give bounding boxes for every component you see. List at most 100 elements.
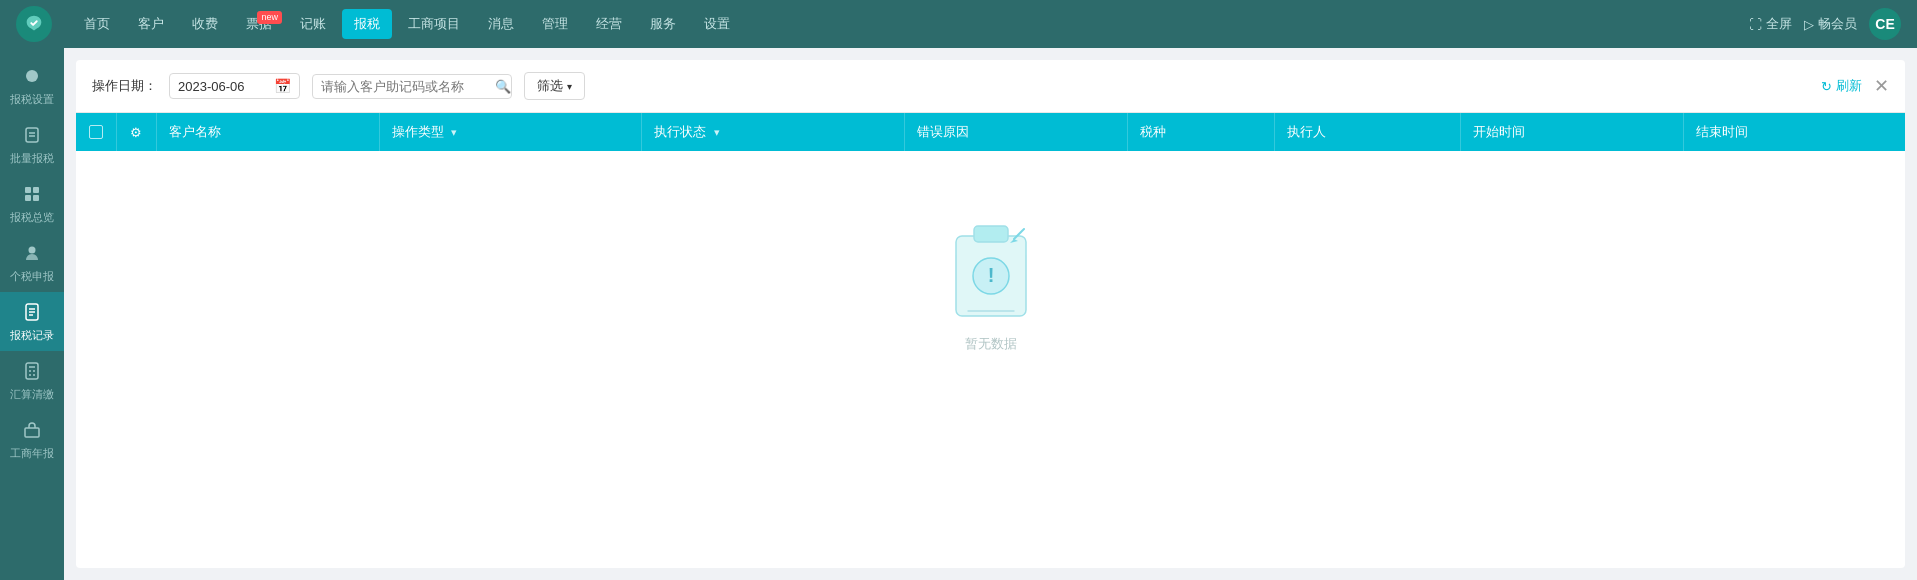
sidebar-item-batch-tax[interactable]: 批量报税	[0, 115, 64, 174]
calc-icon	[20, 359, 44, 383]
refresh-button[interactable]: ↻ 刷新	[1821, 77, 1862, 95]
empty-text: 暂无数据	[965, 335, 1017, 353]
th-op-type-label: 操作类型	[392, 124, 444, 139]
search-box[interactable]: 🔍	[312, 74, 512, 99]
svg-point-8	[29, 247, 36, 254]
select-all-checkbox[interactable]	[89, 125, 103, 139]
op-type-filter-icon[interactable]: ▾	[451, 126, 457, 138]
filter-label: 筛选	[537, 77, 563, 95]
sidebar-item-label-tax-overview: 报税总览	[10, 210, 54, 225]
nav-item-finance[interactable]: 经营	[584, 9, 634, 39]
member-icon: ▷	[1804, 17, 1814, 32]
close-button[interactable]: ✕	[1874, 77, 1889, 95]
nav-item-invoice[interactable]: 票据new	[234, 9, 284, 39]
th-start-time-label: 开始时间	[1473, 124, 1525, 139]
nav-item-message[interactable]: 消息	[476, 9, 526, 39]
records-table: ⚙ 客户名称 操作类型 ▾ 执行状态 ▾	[76, 113, 1905, 413]
annual-icon	[20, 418, 44, 442]
th-executor-label: 执行人	[1287, 124, 1326, 139]
svg-rect-6	[25, 195, 31, 201]
nav-item-client[interactable]: 客户	[126, 9, 176, 39]
svg-text:!: !	[987, 264, 994, 286]
content-area: 操作日期： 📅 🔍 筛选 ▾ ↻ 刷新	[64, 48, 1917, 580]
main-layout: 报税设置批量报税报税总览个税申报报税记录汇算清缴工商年报 操作日期： 📅 🔍 筛…	[0, 48, 1917, 580]
svg-rect-4	[25, 187, 31, 193]
member-label: 畅会员	[1818, 15, 1857, 33]
inner-panel: 操作日期： 📅 🔍 筛选 ▾ ↻ 刷新	[76, 60, 1905, 568]
th-start-time: 开始时间	[1460, 113, 1683, 151]
sidebar-item-tax-overview[interactable]: 报税总览	[0, 174, 64, 233]
sidebar-item-label-personal-tax: 个税申报	[10, 269, 54, 284]
nav-item-settings[interactable]: 设置	[692, 9, 742, 39]
table-header: ⚙ 客户名称 操作类型 ▾ 执行状态 ▾	[76, 113, 1905, 151]
th-exec-status-label: 执行状态	[654, 124, 706, 139]
exec-status-filter-icon[interactable]: ▾	[714, 126, 720, 138]
nav-item-accounts[interactable]: 记账	[288, 9, 338, 39]
date-label: 操作日期：	[92, 77, 157, 95]
nav-item-manage[interactable]: 管理	[530, 9, 580, 39]
sidebar-item-personal-tax[interactable]: 个税申报	[0, 233, 64, 292]
sidebar-item-label-settlement: 汇算清缴	[10, 387, 54, 402]
top-nav-right: ⛶ 全屏 ▷ 畅会员 CE	[1749, 8, 1901, 40]
sidebar-item-tax-records[interactable]: 报税记录	[0, 292, 64, 351]
th-error-reason-label: 错误原因	[917, 124, 969, 139]
filter-button[interactable]: 筛选 ▾	[524, 72, 585, 100]
date-picker[interactable]: 📅	[169, 73, 300, 99]
fullscreen-icon: ⛶	[1749, 17, 1762, 32]
toolbar: 操作日期： 📅 🔍 筛选 ▾ ↻ 刷新	[76, 60, 1905, 113]
svg-rect-13	[26, 363, 38, 379]
overview-icon	[20, 182, 44, 206]
svg-rect-21	[974, 226, 1008, 242]
th-tax-type: 税种	[1127, 113, 1275, 151]
app-logo[interactable]	[16, 6, 52, 42]
table-container[interactable]: ⚙ 客户名称 操作类型 ▾ 执行状态 ▾	[76, 113, 1905, 568]
nav-items: 首页客户收费票据new记账报税工商项目消息管理经营服务设置	[72, 9, 1749, 39]
svg-rect-19	[25, 428, 39, 437]
svg-rect-1	[26, 128, 38, 142]
calendar-icon: 📅	[274, 78, 291, 94]
svg-rect-7	[33, 195, 39, 201]
search-input[interactable]	[321, 79, 489, 94]
sidebar-item-tax-settings[interactable]: 报税设置	[0, 56, 64, 115]
th-gear: ⚙	[116, 113, 156, 151]
th-client-name: 客户名称	[156, 113, 379, 151]
nav-item-billing[interactable]: 收费	[180, 9, 230, 39]
sidebar-item-annual-report[interactable]: 工商年报	[0, 410, 64, 469]
date-input[interactable]	[178, 79, 268, 94]
svg-point-0	[26, 70, 38, 82]
th-end-time: 结束时间	[1683, 113, 1905, 151]
sidebar-item-label-batch-tax: 批量报税	[10, 151, 54, 166]
fullscreen-button[interactable]: ⛶ 全屏	[1749, 15, 1792, 33]
th-executor: 执行人	[1275, 113, 1460, 151]
avatar-text: CE	[1875, 16, 1894, 32]
empty-state-row: ! 暂无数据	[76, 151, 1905, 413]
sidebar-item-settlement[interactable]: 汇算清缴	[0, 351, 64, 410]
nav-badge-invoice: new	[257, 11, 282, 24]
close-icon: ✕	[1874, 76, 1889, 96]
chevron-down-icon: ▾	[567, 81, 572, 92]
nav-item-home[interactable]: 首页	[72, 9, 122, 39]
nav-item-tax[interactable]: 报税	[342, 9, 392, 39]
gear-icon[interactable]: ⚙	[130, 125, 142, 140]
avatar[interactable]: CE	[1869, 8, 1901, 40]
th-end-time-label: 结束时间	[1696, 124, 1748, 139]
batch-icon	[20, 123, 44, 147]
th-error-reason: 错误原因	[904, 113, 1127, 151]
nav-item-business[interactable]: 工商项目	[396, 9, 472, 39]
empty-state: ! 暂无数据	[76, 151, 1905, 413]
person-icon	[20, 241, 44, 265]
table-body: ! 暂无数据	[76, 151, 1905, 413]
sidebar-item-label-tax-settings: 报税设置	[10, 92, 54, 107]
th-checkbox	[76, 113, 116, 151]
empty-state-cell: ! 暂无数据	[76, 151, 1905, 413]
sidebar-item-label-annual-report: 工商年报	[10, 446, 54, 461]
search-icon: 🔍	[495, 79, 511, 94]
member-button[interactable]: ▷ 畅会员	[1804, 15, 1857, 33]
sidebar-item-label-tax-records: 报税记录	[10, 328, 54, 343]
th-exec-status: 执行状态 ▾	[642, 113, 905, 151]
header-row: ⚙ 客户名称 操作类型 ▾ 执行状态 ▾	[76, 113, 1905, 151]
sidebar: 报税设置批量报税报税总览个税申报报税记录汇算清缴工商年报	[0, 48, 64, 580]
nav-item-service[interactable]: 服务	[638, 9, 688, 39]
top-navigation: 首页客户收费票据new记账报税工商项目消息管理经营服务设置 ⛶ 全屏 ▷ 畅会员…	[0, 0, 1917, 48]
th-op-type: 操作类型 ▾	[379, 113, 642, 151]
